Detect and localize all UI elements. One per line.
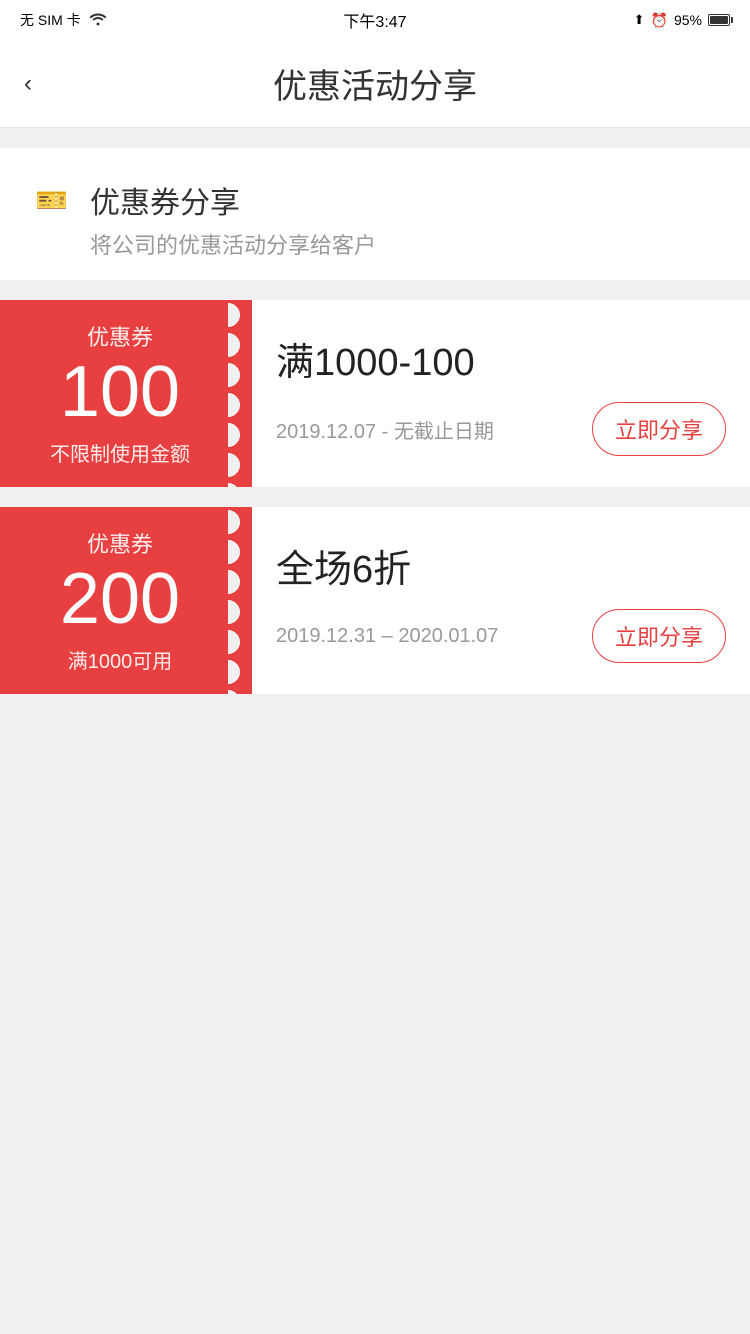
coupon-condition-1: 满1000可用: [68, 645, 173, 674]
back-button[interactable]: ‹: [24, 70, 32, 98]
coupon-card: 优惠券 100 不限制使用金额 满1000-100 2019.12.07 - 无…: [0, 300, 750, 487]
coupon-bottom-row-1: 2019.12.31 – 2020.01.07 立即分享: [276, 609, 726, 663]
coupon-share-button-1[interactable]: 立即分享: [592, 609, 726, 663]
status-time: 下午3:47: [343, 8, 406, 32]
coupon-amount-0: 100: [60, 356, 180, 428]
empty-area: [0, 734, 750, 1334]
coupon-right-0: 满1000-100 2019.12.07 - 无截止日期 立即分享: [240, 300, 750, 487]
coupon-left-0: 优惠券 100 不限制使用金额: [0, 300, 240, 487]
coupon-title-1: 全场6折: [276, 538, 726, 593]
coupon-icon: 🎫: [30, 178, 74, 222]
coupon-card: 优惠券 200 满1000可用 全场6折 2019.12.31 – 2020.0…: [0, 507, 750, 694]
coupon-label-1: 优惠券: [87, 527, 153, 559]
status-bar: 无 SIM 卡 下午3:47 ⬆ ⏰ 95%: [0, 0, 750, 40]
coupon-amount-1: 200: [60, 563, 180, 635]
section-title: 优惠券分享: [90, 178, 376, 222]
wifi-icon: [89, 12, 107, 29]
section-subtitle: 将公司的优惠活动分享给客户: [90, 228, 376, 260]
coupon-list: 优惠券 100 不限制使用金额 满1000-100 2019.12.07 - 无…: [0, 300, 750, 734]
battery-percent: 95%: [674, 12, 702, 28]
battery-icon: [708, 14, 730, 26]
status-left: 无 SIM 卡: [20, 10, 107, 30]
coupon-share-button-0[interactable]: 立即分享: [592, 402, 726, 456]
page-title: 优惠活动分享: [273, 59, 477, 108]
coupon-bottom-row-0: 2019.12.07 - 无截止日期 立即分享: [276, 402, 726, 456]
nav-bar: ‹ 优惠活动分享: [0, 40, 750, 128]
section-header: 🎫 优惠券分享 将公司的优惠活动分享给客户: [0, 148, 750, 280]
coupon-title-0: 满1000-100: [276, 331, 726, 386]
coupon-right-1: 全场6折 2019.12.31 – 2020.01.07 立即分享: [240, 507, 750, 694]
section-text-group: 优惠券分享 将公司的优惠活动分享给客户: [90, 178, 376, 260]
coupon-left-1: 优惠券 200 满1000可用: [0, 507, 240, 694]
coupon-label-0: 优惠券: [87, 320, 153, 352]
status-right: ⬆ ⏰ 95%: [634, 12, 730, 29]
coupon-date-0: 2019.12.07 - 无截止日期: [276, 415, 494, 444]
coupon-condition-0: 不限制使用金额: [50, 438, 190, 467]
carrier-label: 无 SIM 卡: [20, 10, 81, 30]
alarm-icon: ⏰: [651, 12, 668, 29]
location-icon: ⬆: [634, 12, 645, 28]
coupon-date-1: 2019.12.31 – 2020.01.07: [276, 625, 498, 648]
